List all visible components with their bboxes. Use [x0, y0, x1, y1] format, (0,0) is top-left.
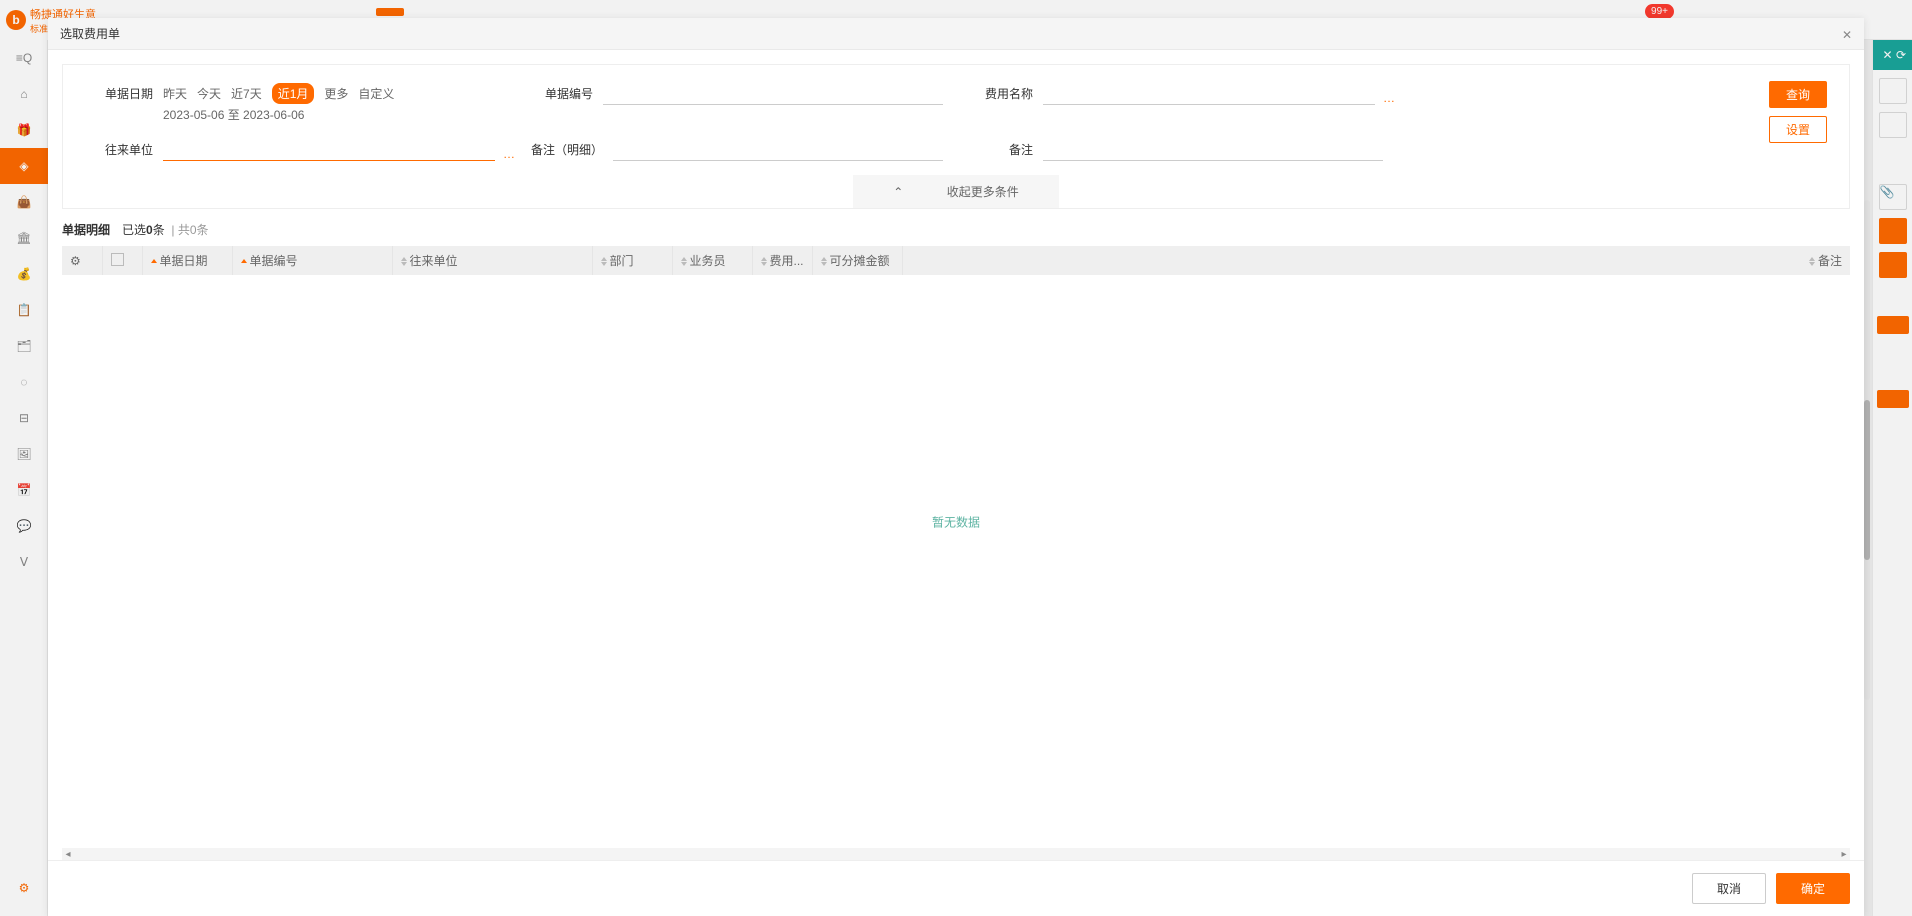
- col-dept[interactable]: 部门: [592, 246, 672, 275]
- sort-down-icon: [601, 262, 607, 266]
- col-doc-date[interactable]: 单据日期: [142, 246, 232, 275]
- remark-label: 备注: [963, 137, 1043, 158]
- modal-header: 选取费用单 ✕: [48, 18, 1864, 50]
- sort-up-icon: [821, 257, 827, 261]
- date-tag-today[interactable]: 今天: [197, 85, 221, 102]
- doc-no-label: 单据编号: [523, 81, 603, 102]
- chevron-up-icon: ⌃: [873, 181, 923, 203]
- partner-input[interactable]: [163, 137, 495, 161]
- gear-icon: ⚙: [70, 254, 81, 268]
- ellipsis-icon: …: [503, 147, 515, 161]
- collapse-conditions-label: 收起更多条件: [927, 179, 1039, 204]
- col-doc-date-label: 单据日期: [160, 254, 208, 268]
- remark-input[interactable]: [1043, 137, 1383, 161]
- sort-down-icon: [761, 262, 767, 266]
- date-tag-last1m[interactable]: 近1月: [272, 83, 315, 104]
- checkbox-icon: [111, 253, 124, 266]
- doc-date-group: 单据日期 昨天 今天 近7天 近1月 更多 自定义 2023-05-06 至 2…: [83, 81, 523, 123]
- modal-close-button[interactable]: ✕: [1842, 26, 1852, 42]
- col-remark-label: 备注: [1818, 254, 1842, 268]
- confirm-button[interactable]: 确定: [1776, 873, 1850, 904]
- sort-up-icon: [1809, 257, 1815, 261]
- modal-title: 选取费用单: [60, 25, 120, 42]
- date-tag-yesterday[interactable]: 昨天: [163, 85, 187, 102]
- fee-bill-table: ⚙ 单据日期 单据编号 往来单位 部门 业务员: [62, 246, 1850, 275]
- col-partner-label: 往来单位: [410, 254, 458, 268]
- sort-up-icon: [401, 257, 407, 261]
- close-icon: ✕: [1842, 28, 1852, 42]
- sort-up-icon: [761, 257, 767, 261]
- sort-down-icon: [1809, 262, 1815, 266]
- date-quick-tags: 昨天 今天 近7天 近1月 更多 自定义: [163, 81, 394, 104]
- sort-asc-icon: [151, 259, 157, 263]
- details-title: 单据明细: [62, 221, 110, 238]
- col-dept-label: 部门: [610, 254, 634, 268]
- fee-name-input[interactable]: [1043, 81, 1375, 105]
- sort-up-icon: [681, 257, 687, 261]
- fee-name-group: 费用名称 …: [963, 81, 1403, 105]
- search-button[interactable]: 查询: [1769, 81, 1827, 108]
- col-doc-no[interactable]: 单据编号: [232, 246, 392, 275]
- modal-footer: 取消 确定: [48, 860, 1864, 916]
- col-config[interactable]: ⚙: [62, 246, 102, 275]
- collapse-conditions-button[interactable]: ⌃ 收起更多条件: [853, 175, 1058, 208]
- empty-state: 暂无数据: [932, 514, 980, 531]
- col-checkbox[interactable]: [102, 246, 142, 275]
- date-tag-last7[interactable]: 近7天: [231, 85, 262, 102]
- date-tag-custom[interactable]: 自定义: [358, 85, 394, 102]
- scroll-left-arrow[interactable]: ◂: [62, 848, 74, 860]
- col-fee-label: 费用...: [770, 254, 804, 268]
- remark-detail-input[interactable]: [613, 137, 943, 161]
- col-salesman[interactable]: 业务员: [672, 246, 752, 275]
- col-doc-no-label: 单据编号: [250, 254, 298, 268]
- search-actions: 查询 设置: [1769, 81, 1827, 143]
- date-tag-more[interactable]: 更多: [324, 85, 348, 102]
- col-alloc-amount-label: 可分摊金额: [830, 254, 890, 268]
- col-remark[interactable]: 备注: [902, 246, 1850, 275]
- total-count-text: 共0条: [178, 223, 209, 237]
- partner-picker[interactable]: …: [495, 147, 523, 161]
- date-range-text: 2023-05-06 至 2023-06-06: [163, 106, 394, 123]
- doc-no-input[interactable]: [603, 81, 943, 105]
- sort-up-icon: [601, 257, 607, 261]
- sort-asc-icon: [241, 259, 247, 263]
- col-alloc-amount[interactable]: 可分摊金额: [812, 246, 902, 275]
- col-salesman-label: 业务员: [690, 254, 726, 268]
- search-panel: 查询 设置 单据日期 昨天 今天 近7天 近1月 更多 自定义 2023-05-…: [62, 64, 1850, 209]
- remark-group: 备注: [963, 137, 1403, 161]
- doc-date-label: 单据日期: [83, 81, 163, 102]
- select-fee-bill-modal: 选取费用单 ✕ 查询 设置 单据日期 昨天 今天 近7天 近1月 更多 自定义: [48, 18, 1864, 916]
- total-count: | 共0条: [168, 223, 208, 237]
- fee-name-label: 费用名称: [963, 81, 1043, 102]
- details-header: 单据明细 已选0条 | 共0条: [48, 209, 1864, 246]
- ellipsis-icon: …: [1383, 91, 1395, 105]
- scroll-right-arrow[interactable]: ▸: [1838, 848, 1850, 860]
- selected-prefix: 已选: [122, 223, 146, 237]
- fee-name-picker[interactable]: …: [1375, 91, 1403, 105]
- remark-detail-label: 备注（明细）: [523, 137, 613, 158]
- settings-button[interactable]: 设置: [1769, 116, 1827, 143]
- partner-label: 往来单位: [83, 137, 163, 158]
- cancel-button[interactable]: 取消: [1692, 873, 1766, 904]
- partner-group: 往来单位 …: [83, 137, 523, 161]
- col-partner[interactable]: 往来单位: [392, 246, 592, 275]
- table-wrap: ⚙ 单据日期 单据编号 往来单位 部门 业务员: [62, 246, 1850, 860]
- col-fee[interactable]: 费用...: [752, 246, 812, 275]
- sort-down-icon: [401, 262, 407, 266]
- selected-number: 0: [146, 223, 153, 237]
- selected-count: 已选0条 | 共0条: [122, 221, 209, 238]
- doc-no-group: 单据编号: [523, 81, 963, 105]
- sort-down-icon: [821, 262, 827, 266]
- sort-down-icon: [681, 262, 687, 266]
- table-horizontal-scrollbar[interactable]: ◂ ▸: [62, 848, 1850, 860]
- selected-suffix: 条: [153, 223, 165, 237]
- remark-detail-group: 备注（明细）: [523, 137, 963, 161]
